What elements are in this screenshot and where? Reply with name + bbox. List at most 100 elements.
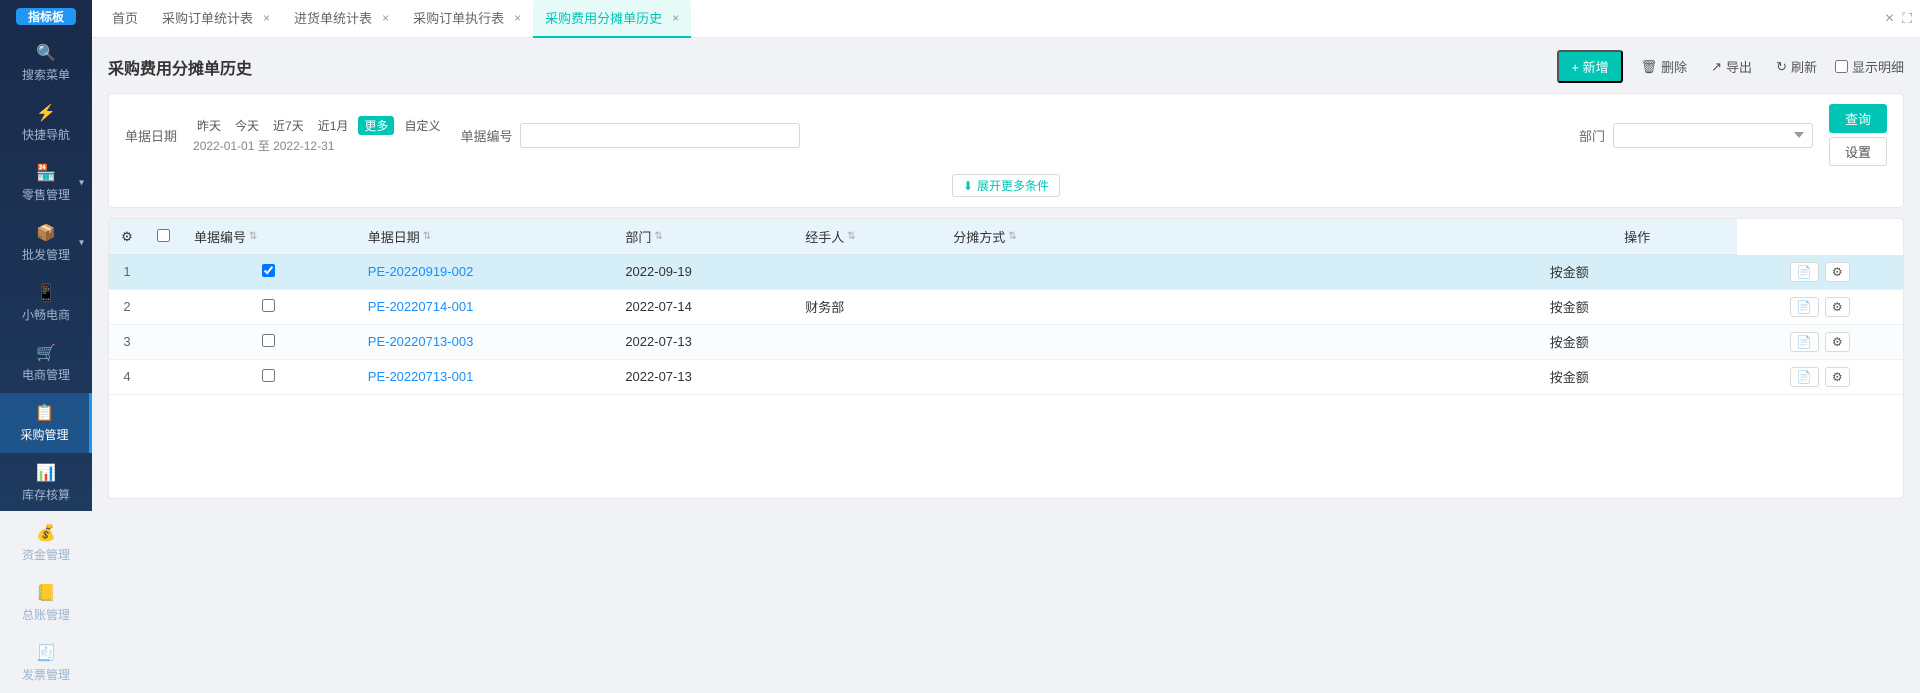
show-cols-checkbox[interactable]: 显示明细 — [1835, 57, 1904, 76]
row-op-button[interactable]: ⚙ — [1825, 367, 1850, 387]
row-view-button[interactable]: 📄 — [1790, 332, 1819, 352]
table-row: 3 PE-20220713-003 2022-07-13 按金额 📄 ⚙ — [109, 324, 1903, 359]
page-header: 采购费用分摊单历史 + 新增 🗑 删除 ↗ 导出 ↻ 刷新 显示明细 — [108, 50, 1904, 83]
sidebar-item-purchase[interactable]: 📋 采购管理 — [0, 393, 92, 453]
col-checkbox — [145, 219, 182, 255]
expand-more-button[interactable]: ⬇ 展开更多条件 — [952, 174, 1060, 197]
row-view-button[interactable]: 📄 — [1790, 367, 1819, 387]
row-op-button[interactable]: ⚙ — [1825, 332, 1850, 352]
delete-icon: 🗑 — [1641, 59, 1658, 75]
shortcut-more[interactable]: 更多 — [358, 116, 394, 135]
row-doc-no-cell: PE-20220713-003 — [356, 324, 614, 359]
col-split-method[interactable]: 分摊方式 ⇅ — [941, 219, 1537, 255]
shortcut-1month[interactable]: 近1月 — [314, 116, 353, 135]
sidebar-item-finance[interactable]: 💰 资金管理 — [0, 513, 92, 573]
sidebar-item-ledger[interactable]: 📒 总账管理 — [0, 573, 92, 633]
query-button[interactable]: 查询 — [1829, 104, 1887, 133]
dept-select[interactable]: 财务部 — [1613, 123, 1813, 148]
row-checkbox[interactable] — [262, 334, 275, 347]
row-dept-cell: 财务部 — [793, 289, 941, 324]
row-op-button[interactable]: ⚙ — [1825, 262, 1850, 282]
show-cols-input[interactable] — [1835, 60, 1848, 73]
tab-purchase-order-exec[interactable]: 采购订单执行表 × — [401, 0, 533, 38]
doc-no-link[interactable]: PE-20220714-001 — [368, 299, 474, 314]
col-doc-date[interactable]: 单据日期 ⇅ — [356, 219, 614, 255]
row-dept-cell — [793, 324, 941, 359]
sidebar-item-label: 零售管理 — [22, 186, 70, 203]
col-doc-no[interactable]: 单据编号 ⇅ — [182, 219, 356, 255]
col-handler[interactable]: 经手人 ⇅ — [793, 219, 941, 255]
shortcut-yesterday[interactable]: 昨天 — [193, 116, 225, 135]
purchase-icon: 📋 — [35, 403, 55, 423]
doc-no-group: 单据编号 — [460, 123, 1563, 148]
row-checkbox-cell[interactable] — [182, 255, 356, 290]
sidebar-item-search[interactable]: 🔍 搜索菜单 — [0, 33, 92, 93]
refresh-label: 刷新 — [1791, 57, 1817, 76]
tab-label: 采购费用分摊单历史 — [545, 8, 662, 27]
col-doc-date-label: 单据日期 — [368, 227, 420, 246]
doc-no-input[interactable] — [520, 123, 800, 148]
sidebar-item-wholesale[interactable]: 📦 批发管理 ▾ — [0, 213, 92, 273]
export-button[interactable]: ↗ 导出 — [1705, 53, 1758, 80]
sort-dept[interactable]: 部门 ⇅ — [625, 227, 781, 246]
export-icon: ↗ — [1711, 59, 1722, 75]
row-checkbox-cell[interactable] — [182, 359, 356, 394]
tab-purchase-fee-split[interactable]: 采购费用分摊单历史 × — [533, 0, 691, 38]
row-checkbox[interactable] — [262, 299, 275, 312]
sidebar-item-label: 批发管理 — [22, 246, 70, 263]
sidebar-item-mobile[interactable]: 📱 小畅电商 — [0, 273, 92, 333]
sidebar-item-inventory[interactable]: 📊 库存核算 — [0, 453, 92, 513]
sort-split-method[interactable]: 分摊方式 ⇅ — [953, 227, 1525, 246]
ecommerce-icon: 🛒 — [36, 343, 56, 363]
tab-close-icon[interactable]: × — [263, 11, 270, 25]
delete-button[interactable]: 🗑 删除 — [1635, 53, 1694, 80]
row-checkbox[interactable] — [262, 264, 275, 277]
tab-close-icon[interactable]: × — [382, 11, 389, 25]
maximize-window-icon[interactable]: ⛶ — [1902, 10, 1912, 27]
tab-close-icon[interactable]: × — [672, 11, 679, 25]
wholesale-icon: 📦 — [36, 223, 56, 243]
refresh-button[interactable]: ↻ 刷新 — [1770, 53, 1823, 80]
sort-handler[interactable]: 经手人 ⇅ — [805, 227, 929, 246]
row-actions: 📄 ⚙ — [1749, 262, 1891, 282]
doc-no-link[interactable]: PE-20220713-003 — [368, 334, 474, 349]
col-dept-label: 部门 — [625, 227, 651, 246]
shortcut-today[interactable]: 今天 — [231, 116, 263, 135]
sidebar-item-shortcut[interactable]: ⚡ 快捷导航 — [0, 93, 92, 153]
row-op-button[interactable]: ⚙ — [1825, 297, 1850, 317]
filter-row-2: ⬇ 展开更多条件 — [125, 174, 1887, 197]
close-window-icon[interactable]: × — [1885, 10, 1894, 28]
sidebar-item-retail[interactable]: 🏪 零售管理 ▾ — [0, 153, 92, 213]
row-view-button[interactable]: 📄 — [1790, 262, 1819, 282]
col-handler-label: 经手人 — [805, 227, 844, 246]
shortcut-icon: ⚡ — [36, 103, 56, 123]
col-gear[interactable]: ⚙ — [109, 219, 145, 255]
doc-no-link[interactable]: PE-20220713-001 — [368, 369, 474, 384]
col-dept[interactable]: 部门 ⇅ — [613, 219, 793, 255]
row-doc-date-cell: 2022-07-13 — [613, 324, 793, 359]
sidebar-item-ecommerce[interactable]: 🛒 电商管理 — [0, 333, 92, 393]
sidebar-item-invoice[interactable]: 🧾 发票管理 — [0, 633, 92, 693]
tab-home[interactable]: 首页 — [100, 0, 150, 38]
shortcut-7days[interactable]: 近7天 — [269, 116, 308, 135]
sort-doc-date[interactable]: 单据日期 ⇅ — [368, 227, 602, 246]
row-view-button[interactable]: 📄 — [1790, 297, 1819, 317]
row-checkbox-cell[interactable] — [182, 324, 356, 359]
row-checkbox[interactable] — [262, 369, 275, 382]
query-settings-group: 查询 设置 — [1829, 104, 1887, 166]
settings-button[interactable]: 设置 — [1829, 137, 1887, 166]
add-button[interactable]: + 新增 — [1557, 50, 1622, 83]
sort-doc-no[interactable]: 单据编号 ⇅ — [194, 227, 344, 246]
tab-close-icon[interactable]: × — [514, 11, 521, 25]
select-all-checkbox[interactable] — [157, 229, 170, 242]
data-table-container: ⚙ 单据编号 ⇅ 单据日期 — [108, 218, 1904, 499]
tab-inbound-stats[interactable]: 进货单统计表 × — [282, 0, 401, 38]
shortcut-custom[interactable]: 自定义 — [400, 116, 444, 135]
row-action-cell: 📄 ⚙ — [1737, 255, 1903, 290]
tab-purchase-order-stats[interactable]: 采购订单统计表 × — [150, 0, 282, 38]
table-row: 1 PE-20220919-002 2022-09-19 按金额 📄 ⚙ — [109, 255, 1903, 290]
row-checkbox-cell[interactable] — [182, 289, 356, 324]
sidebar-item-label: 库存核算 — [22, 486, 70, 503]
doc-no-link[interactable]: PE-20220919-002 — [368, 264, 474, 279]
row-handler-cell — [941, 359, 1537, 394]
